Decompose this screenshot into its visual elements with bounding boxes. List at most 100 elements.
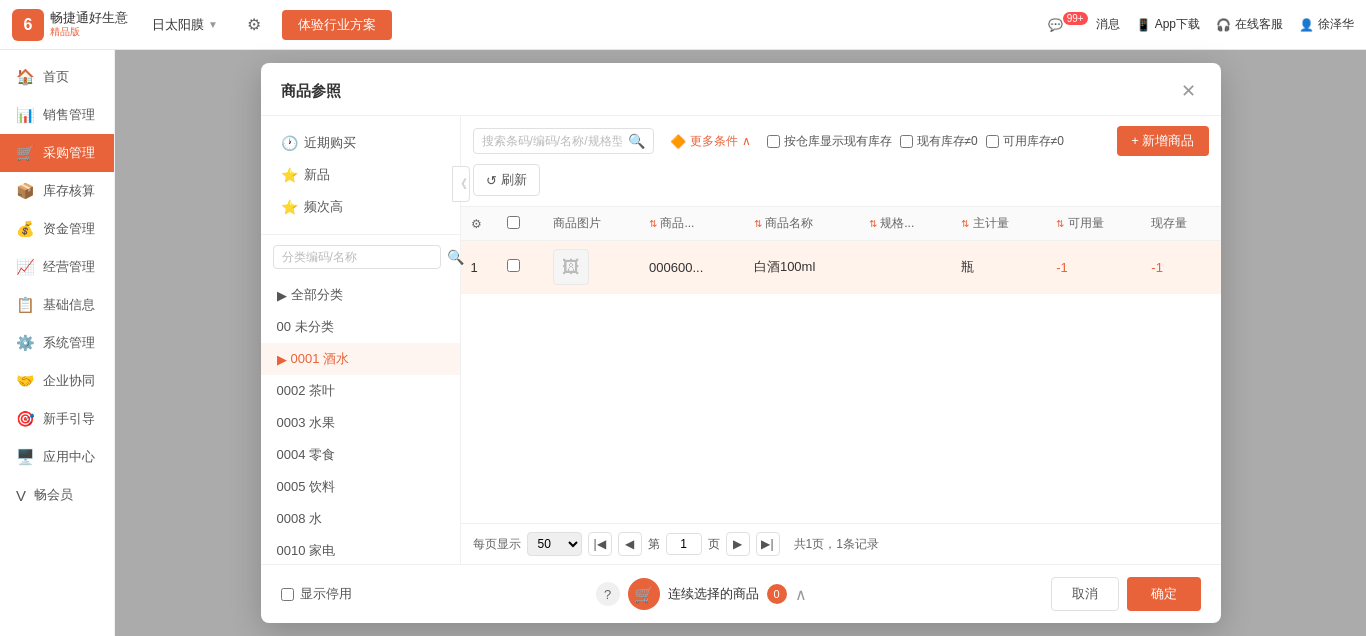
main-layout: 🏠 首页 📊 销售管理 🛒 采购管理 📦 库存核算 💰 资金管理 📈 经营管理 …: [0, 50, 1366, 636]
available-stock-checkbox[interactable]: 可用库存≠0: [986, 133, 1064, 150]
sidebar-label-sales: 销售管理: [43, 106, 95, 124]
refresh-icon: ↺: [486, 173, 497, 188]
sidebar-item-system[interactable]: ⚙️ 系统管理: [0, 324, 114, 362]
sidebar-item-sales[interactable]: 📊 销售管理: [0, 96, 114, 134]
divider: [261, 234, 460, 235]
available-stock-check[interactable]: [986, 135, 999, 148]
last-page-button[interactable]: ▶|: [756, 532, 780, 556]
customer-service-item[interactable]: 🎧 在线客服: [1216, 16, 1283, 33]
per-page-select[interactable]: 50 100 200: [527, 532, 582, 556]
cancel-button[interactable]: 取消: [1051, 577, 1119, 611]
sidebar-item-app-center[interactable]: 🖥️ 应用中心: [0, 438, 114, 476]
select-all-checkbox[interactable]: [507, 216, 520, 229]
nonzero-stock-check[interactable]: [900, 135, 913, 148]
product-reference-modal: 商品参照 ✕ 🕐 近期购买 ⭐: [261, 63, 1221, 623]
product-search-input[interactable]: [482, 134, 622, 148]
tree-item-liquor[interactable]: ▶ 0001 酒水: [261, 343, 460, 375]
confirm-button[interactable]: 确定: [1127, 577, 1201, 611]
tree-label-unclassified: 00 未分类: [277, 318, 334, 336]
sidebar-item-home[interactable]: 🏠 首页: [0, 58, 114, 96]
logo-text: 畅捷通好生意: [50, 10, 128, 26]
sidebar-label-guide: 新手引导: [43, 410, 95, 428]
product-toolbar: 🔍 🔶 更多条件 ∧ 按仓库显示现有库存: [461, 116, 1221, 207]
store-name: 日太阳膜: [152, 16, 204, 34]
th-available[interactable]: ⇅ 可用量: [1046, 207, 1141, 241]
sidebar-item-basic-info[interactable]: 📋 基础信息: [0, 286, 114, 324]
warehouse-stock-checkbox[interactable]: 按仓库显示现有库存: [767, 133, 892, 150]
app-download-item[interactable]: 📱 App下载: [1136, 16, 1200, 33]
tree-item-unclassified[interactable]: 00 未分类: [261, 311, 460, 343]
tree-item-snack[interactable]: 0004 零食: [261, 439, 460, 471]
category-search-button[interactable]: 🔍: [447, 245, 464, 269]
tree-item-beverage[interactable]: 0005 饮料: [261, 471, 460, 503]
sidebar-label-system: 系统管理: [43, 334, 95, 352]
tree-item-fruit[interactable]: 0003 水果: [261, 407, 460, 439]
tree-label-water: 0008 水: [277, 510, 323, 528]
sidebar-item-member[interactable]: V 畅会员: [0, 476, 114, 514]
settings-icon[interactable]: ⚙: [471, 217, 482, 231]
nonzero-stock-checkbox[interactable]: 现有库存≠0: [900, 133, 978, 150]
message-icon: 💬: [1048, 18, 1063, 32]
modal-close-button[interactable]: ✕: [1177, 79, 1201, 103]
show-disabled-label: 显示停用: [300, 585, 352, 603]
logo-badge: 精品版: [50, 25, 128, 39]
new-icon: ⭐: [281, 167, 298, 183]
user-avatar[interactable]: 👤 徐泽华: [1299, 16, 1354, 33]
th-name[interactable]: ⇅ 商品名称: [744, 207, 859, 241]
footer-collapse-icon[interactable]: ∧: [795, 585, 807, 604]
add-product-button[interactable]: + 新增商品: [1117, 126, 1208, 156]
message-item[interactable]: 💬 99+ 消息: [1048, 16, 1120, 33]
modal-header: 商品参照 ✕: [261, 63, 1221, 116]
th-unit[interactable]: ⇅ 主计量: [951, 207, 1046, 241]
sidebar-item-inventory[interactable]: 📦 库存核算: [0, 172, 114, 210]
product-search-icon[interactable]: 🔍: [628, 133, 645, 149]
next-page-button[interactable]: ▶: [726, 532, 750, 556]
th-checkbox: [497, 207, 544, 241]
prev-page-button[interactable]: ◀: [618, 532, 642, 556]
inventory-icon: 📦: [16, 182, 35, 200]
tree-arrow-all: ▶: [277, 288, 287, 303]
help-icon[interactable]: ?: [596, 582, 620, 606]
sales-icon: 📊: [16, 106, 35, 124]
experience-button[interactable]: 体验行业方案: [282, 10, 392, 40]
show-disabled-checkbox[interactable]: 显示停用: [281, 585, 352, 603]
settings-icon[interactable]: ⚙: [238, 9, 270, 41]
th-spec[interactable]: ⇅ 规格...: [859, 207, 951, 241]
username-label: 徐泽华: [1318, 16, 1354, 33]
sidebar-item-operations[interactable]: 📈 经营管理: [0, 248, 114, 286]
table-row[interactable]: 1 🖼 000600...: [461, 241, 1221, 294]
tree-item-water[interactable]: 0008 水: [261, 503, 460, 535]
filter-button[interactable]: 🔶 更多条件 ∧: [662, 129, 759, 154]
th-stock[interactable]: 现存量: [1141, 207, 1220, 241]
td-unit: 瓶: [951, 241, 1046, 294]
tree-item-appliance[interactable]: 0010 家电: [261, 535, 460, 556]
message-badge: 99+: [1063, 12, 1088, 25]
panel-collapse-button[interactable]: 《: [452, 166, 470, 202]
tree-item-all[interactable]: ▶ 全部分类: [261, 279, 460, 311]
refresh-label: 刷新: [501, 171, 527, 189]
first-page-button[interactable]: |◀: [588, 532, 612, 556]
cart-icon[interactable]: 🛒: [628, 578, 660, 610]
sidebar-item-finance[interactable]: 💰 资金管理: [0, 210, 114, 248]
new-product-item[interactable]: ⭐ 新品: [273, 160, 448, 190]
modal-body: 🕐 近期购买 ⭐ 新品 ⭐ 频次高 《: [261, 116, 1221, 564]
th-code[interactable]: ⇅ 商品...: [639, 207, 744, 241]
category-search-input[interactable]: [273, 245, 441, 269]
show-disabled-check[interactable]: [281, 588, 294, 601]
message-label: 消息: [1096, 16, 1120, 33]
row-checkbox[interactable]: [507, 259, 520, 272]
store-selector[interactable]: 日太阳膜 ▼: [144, 12, 226, 38]
sidebar-item-purchase[interactable]: 🛒 采购管理: [0, 134, 114, 172]
new-product-label: 新品: [304, 166, 330, 184]
refresh-button[interactable]: ↺ 刷新: [473, 164, 540, 196]
sidebar-item-guide[interactable]: 🎯 新手引导: [0, 400, 114, 438]
freq-icon: ⭐: [281, 199, 298, 215]
sidebar-label-app-center: 应用中心: [43, 448, 95, 466]
frequent-item[interactable]: ⭐ 频次高: [273, 192, 448, 222]
quick-access: 🕐 近期购买 ⭐ 新品 ⭐ 频次高: [261, 124, 460, 230]
tree-item-tea[interactable]: 0002 茶叶: [261, 375, 460, 407]
recent-purchase-item[interactable]: 🕐 近期购买: [273, 128, 448, 158]
warehouse-stock-check[interactable]: [767, 135, 780, 148]
page-number-input[interactable]: [666, 533, 702, 555]
sidebar-item-enterprise[interactable]: 🤝 企业协同: [0, 362, 114, 400]
